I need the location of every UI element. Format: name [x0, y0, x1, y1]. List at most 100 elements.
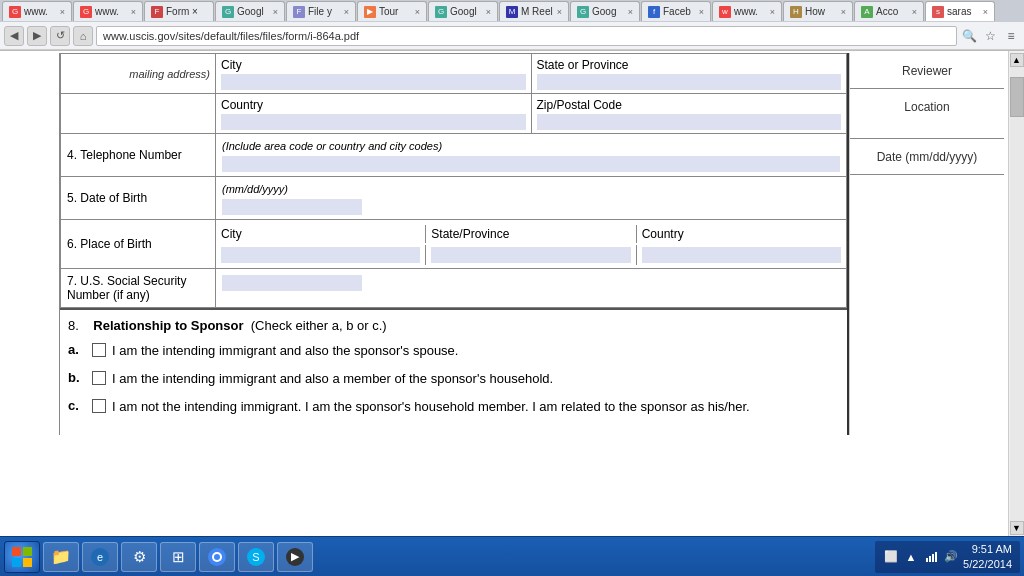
- tab-favicon-10: f: [648, 6, 660, 18]
- section-8-title: Relationship to Sponsor: [93, 318, 243, 333]
- tab-favicon-13: A: [861, 6, 873, 18]
- tab-form[interactable]: F Form ×: [144, 1, 214, 21]
- svg-rect-10: [935, 552, 937, 562]
- back-button[interactable]: ◀: [4, 26, 24, 46]
- place-birth-header: City State/Province Country: [216, 223, 846, 245]
- scroll-thumb[interactable]: [1010, 77, 1024, 117]
- svg-rect-3: [23, 558, 32, 567]
- scroll-down-button[interactable]: ▼: [1010, 521, 1024, 535]
- scroll-track[interactable]: [1010, 67, 1024, 521]
- address-bar[interactable]: [96, 26, 957, 46]
- zip-input[interactable]: [537, 114, 842, 130]
- location-section: Location: [850, 89, 1004, 139]
- pob-city-input[interactable]: [221, 247, 420, 263]
- option-c-text: I am not the intending immigrant. I am t…: [112, 398, 750, 416]
- forward-button[interactable]: ▶: [27, 26, 47, 46]
- tab-tour[interactable]: ▶ Tour ×: [357, 1, 427, 21]
- ssn-input[interactable]: [222, 275, 362, 291]
- option-a-text: I am the intending immigrant and also th…: [112, 342, 458, 360]
- option-a-letter: a.: [68, 342, 86, 357]
- section-6-label: 6. Place of Birth: [61, 220, 216, 268]
- svg-rect-0: [12, 547, 21, 556]
- tab-favicon-3: F: [151, 6, 163, 18]
- tab-facebook[interactable]: f Faceb ×: [641, 1, 711, 21]
- browser-chrome: G www. × G www. × F Form × G Googl × F F…: [0, 0, 1024, 51]
- country-input[interactable]: [221, 114, 526, 130]
- pob-state-label: State/Province: [426, 225, 636, 243]
- taskbar-media-button[interactable]: ▶: [277, 542, 313, 572]
- tab-www2[interactable]: G www. ×: [73, 1, 143, 21]
- system-clock[interactable]: 9:51 AM 5/22/2014: [963, 542, 1012, 571]
- left-margin: [4, 53, 59, 435]
- pob-state-input[interactable]: [431, 247, 630, 263]
- taskbar-apps-button[interactable]: ⊞: [160, 542, 196, 572]
- taskbar-ie-button[interactable]: e: [82, 542, 118, 572]
- city-input[interactable]: [221, 74, 526, 90]
- tab-saras[interactable]: s saras ×: [925, 1, 995, 21]
- zip-postal-label: Zip/Postal Code: [537, 98, 622, 112]
- state-province-input[interactable]: [537, 74, 842, 90]
- apps-icon: ⊞: [168, 547, 188, 567]
- tray-volume-icon[interactable]: 🔊: [943, 549, 959, 565]
- star-icon[interactable]: ☆: [981, 27, 999, 45]
- address-row-1: mailing address) City State or Province: [61, 54, 846, 94]
- section-7-label: 7. U.S. Social Security Number (if any): [61, 269, 216, 307]
- section-4: 4. Telephone Number (Include area code o…: [60, 134, 847, 177]
- tab-www1[interactable]: G www. ×: [2, 1, 72, 21]
- tab-acco[interactable]: A Acco ×: [854, 1, 924, 21]
- search-icon[interactable]: 🔍: [960, 27, 978, 45]
- tab-how[interactable]: H How ×: [783, 1, 853, 21]
- scroll-up-button[interactable]: ▲: [1010, 53, 1024, 67]
- taskbar-skype-button[interactable]: S: [238, 542, 274, 572]
- dob-input[interactable]: [222, 199, 362, 215]
- tab-favicon-14: s: [932, 6, 944, 18]
- tab-google2[interactable]: G Googl ×: [428, 1, 498, 21]
- option-a-checkbox[interactable]: [92, 343, 106, 357]
- option-b: b. I am the intending immigrant and also…: [68, 370, 839, 388]
- tray-show-desktop-icon[interactable]: ⬜: [883, 549, 899, 565]
- tab-google1[interactable]: G Googl ×: [215, 1, 285, 21]
- system-tray: ⬜ ▲ 🔊 9:51 AM 5/22/2014: [875, 541, 1020, 573]
- nav-icons: 🔍 ☆ ≡: [960, 27, 1020, 45]
- section-5-hint: (mm/dd/yyyy): [222, 183, 288, 195]
- svg-rect-8: [929, 556, 931, 562]
- menu-icon[interactable]: ≡: [1002, 27, 1020, 45]
- taskbar-settings-button[interactable]: ⚙: [121, 542, 157, 572]
- pob-country-input[interactable]: [642, 247, 841, 263]
- refresh-button[interactable]: ↺: [50, 26, 70, 46]
- tab-favicon-9: G: [577, 6, 589, 18]
- tray-network-icon[interactable]: [923, 549, 939, 565]
- date-label: Date (mm/dd/yyyy): [877, 150, 978, 164]
- tab-www3[interactable]: w www. ×: [712, 1, 782, 21]
- home-button[interactable]: ⌂: [73, 26, 93, 46]
- taskbar: 📁 e ⚙ ⊞ S ▶ ⬜ ▲: [0, 536, 1024, 576]
- pob-state-container: [426, 245, 636, 265]
- taskbar-chrome-button[interactable]: [199, 542, 235, 572]
- tab-favicon-2: G: [80, 6, 92, 18]
- option-c-letter: c.: [68, 398, 86, 413]
- state-province-container: State or Province: [532, 54, 847, 93]
- tray-up-arrow-icon[interactable]: ▲: [903, 549, 919, 565]
- taskbar-explorer-button[interactable]: 📁: [43, 542, 79, 572]
- tab-reels[interactable]: M M Reel ×: [499, 1, 569, 21]
- section-6-content: City State/Province Country: [216, 220, 846, 268]
- section-8: 8. Relationship to Sponsor (Check either…: [60, 308, 847, 435]
- start-button[interactable]: [4, 541, 40, 573]
- svg-rect-1: [23, 547, 32, 556]
- telephone-input[interactable]: [222, 156, 840, 172]
- skype-icon: S: [247, 548, 265, 566]
- option-b-checkbox[interactable]: [92, 371, 106, 385]
- tab-favicon-1: G: [9, 6, 21, 18]
- explorer-icon: 📁: [51, 547, 71, 567]
- section-6: 6. Place of Birth City State/Province Co…: [60, 220, 847, 269]
- tab-favicon-7: G: [435, 6, 447, 18]
- settings-icon: ⚙: [129, 547, 149, 567]
- option-c-checkbox[interactable]: [92, 399, 106, 413]
- section-5-label: 5. Date of Birth: [61, 177, 216, 219]
- tab-google3[interactable]: G Goog ×: [570, 1, 640, 21]
- date-section: Date (mm/dd/yyyy): [850, 139, 1004, 175]
- tab-file[interactable]: F File y ×: [286, 1, 356, 21]
- svg-rect-7: [926, 558, 928, 562]
- scrollbar[interactable]: ▲ ▼: [1008, 51, 1024, 537]
- place-birth-inputs: [216, 245, 846, 265]
